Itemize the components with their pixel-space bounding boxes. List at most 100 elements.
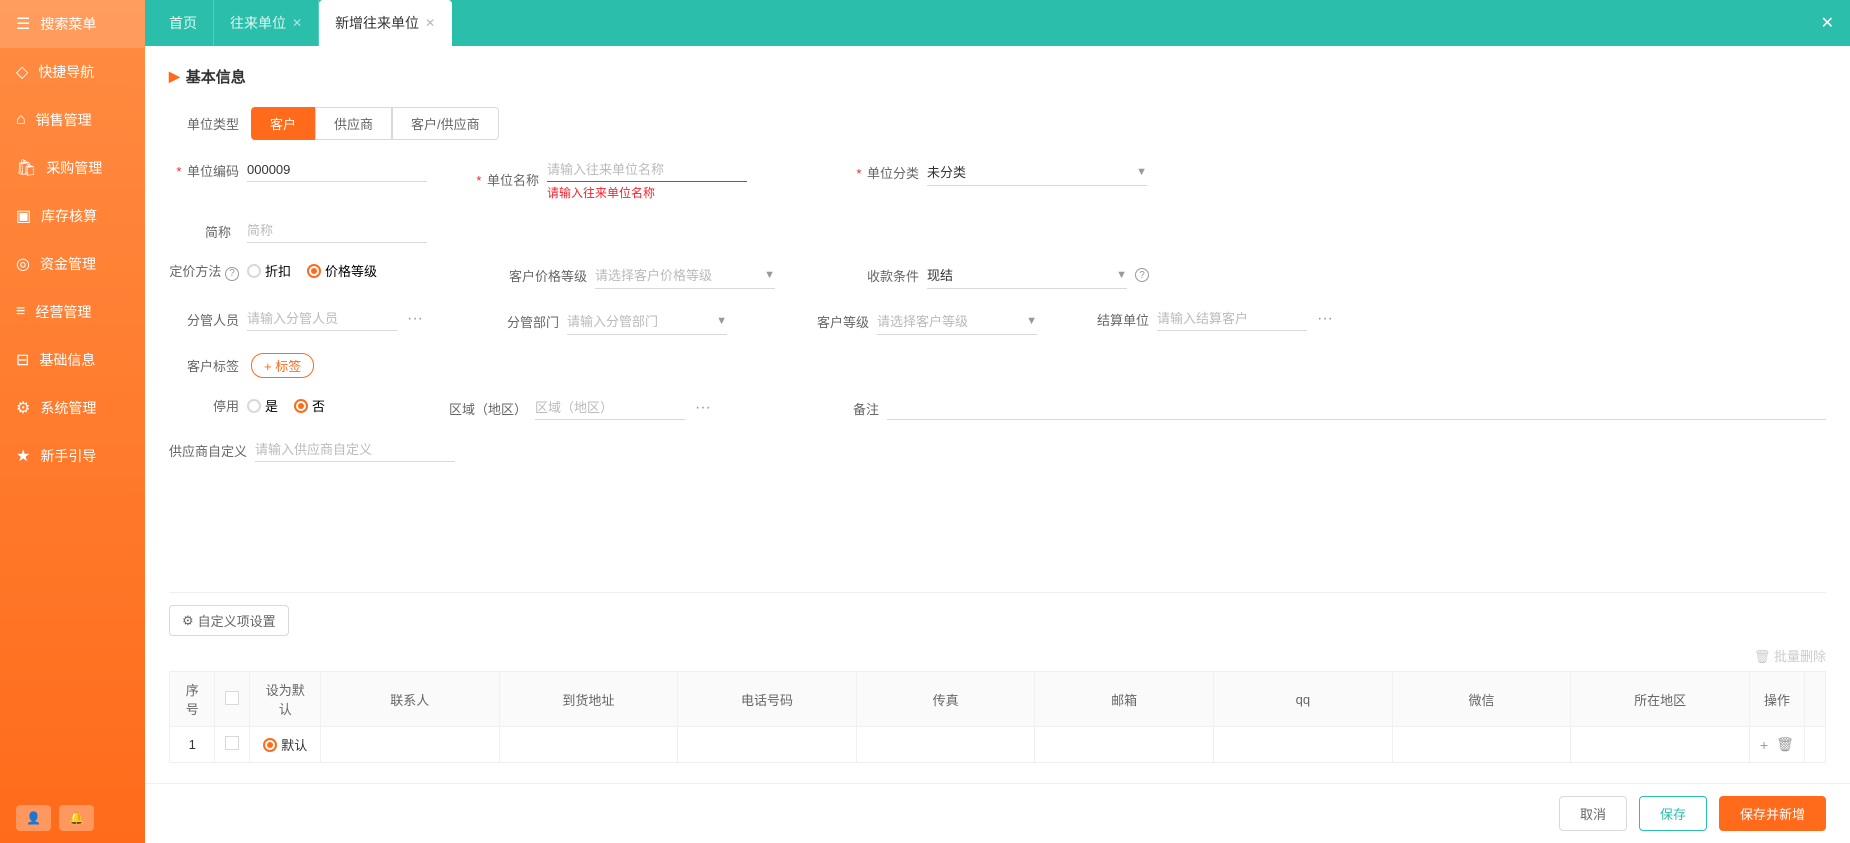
- tab-home[interactable]: 首页: [153, 0, 214, 46]
- region-row-input[interactable]: [1581, 737, 1739, 752]
- region-label: 区域（地区）: [449, 399, 527, 418]
- cancel-button[interactable]: 取消: [1559, 796, 1627, 831]
- disable-no-radio: [294, 399, 308, 413]
- sidebar-item-guide[interactable]: ★ 新手引导: [0, 432, 145, 480]
- payment-terms-value: 现结: [927, 265, 953, 284]
- row-qq[interactable]: [1213, 727, 1392, 763]
- notification-button[interactable]: 🔔: [59, 805, 94, 831]
- payment-terms-select[interactable]: 现结 ▼: [927, 261, 1127, 289]
- contact-input[interactable]: [331, 737, 489, 752]
- row-checkbox: [215, 727, 250, 763]
- add-tag-button[interactable]: + 标签: [251, 353, 314, 378]
- manager-field: 分管人员 ···: [169, 307, 469, 331]
- unit-name-label: * 单位名称: [469, 170, 539, 189]
- close-all-icon[interactable]: ✕: [1813, 9, 1842, 37]
- col-contact: 联系人: [321, 672, 500, 727]
- sidebar-item-inventory[interactable]: ▣ 库存核算: [0, 192, 145, 240]
- col-wechat: 微信: [1392, 672, 1571, 727]
- unit-code-input[interactable]: [247, 158, 427, 182]
- fax-input[interactable]: [867, 737, 1025, 752]
- row-email[interactable]: [1035, 727, 1214, 763]
- sidebar-item-finance[interactable]: ◎ 资金管理: [0, 240, 145, 288]
- sidebar-item-system[interactable]: ⚙ 系统管理: [0, 384, 145, 432]
- default-radio[interactable]: [263, 738, 277, 752]
- add-row-button[interactable]: +: [1760, 736, 1768, 753]
- save-button[interactable]: 保存: [1639, 796, 1707, 831]
- department-select[interactable]: 请输入分管部门 ▼: [567, 307, 727, 335]
- region-input[interactable]: [535, 396, 685, 420]
- batch-delete-label[interactable]: 批量删除: [1774, 649, 1826, 664]
- sidebar-item-sales[interactable]: ⌂ 销售管理: [0, 96, 145, 144]
- customer-price-level-select[interactable]: 请选择客户价格等级 ▼: [595, 261, 775, 289]
- row-operations: + 🗑: [1749, 727, 1804, 763]
- address-input[interactable]: [510, 737, 668, 752]
- settlement-dots[interactable]: ···: [1315, 310, 1335, 328]
- row-wechat[interactable]: [1392, 727, 1571, 763]
- unit-type-customer-btn[interactable]: 客户: [251, 107, 315, 140]
- customer-price-level-placeholder: 请选择客户价格等级: [595, 265, 712, 284]
- phone-input[interactable]: [688, 737, 846, 752]
- pricing-help-icon[interactable]: ?: [225, 267, 239, 281]
- disable-yes[interactable]: 是: [247, 396, 278, 415]
- price-level-radio: [307, 264, 321, 278]
- system-icon: ⚙: [16, 398, 30, 418]
- qq-input[interactable]: [1224, 737, 1382, 752]
- sidebar-item-purchase[interactable]: 🛍 采购管理: [0, 144, 145, 192]
- gear-icon: ⚙: [182, 613, 194, 629]
- pricing-label: 定价方法 ?: [169, 261, 239, 281]
- row-fax[interactable]: [856, 727, 1035, 763]
- pricing-radio-discount[interactable]: 折扣: [247, 261, 291, 280]
- delete-row-button[interactable]: 🗑: [1776, 736, 1794, 753]
- tab-new-contact-close[interactable]: ✕: [425, 16, 435, 30]
- col-email: 邮箱: [1035, 672, 1214, 727]
- settlement-input[interactable]: [1157, 307, 1307, 331]
- notes-input[interactable]: [887, 396, 1826, 420]
- custom-settings-button[interactable]: ⚙ 自定义项设置: [169, 605, 289, 636]
- short-name-input[interactable]: [247, 219, 427, 243]
- supplier-custom-input[interactable]: [255, 438, 455, 462]
- tab-contacts[interactable]: 往来单位 ✕: [214, 0, 319, 46]
- sidebar-item-label: 快捷导航: [38, 62, 94, 82]
- email-input[interactable]: [1045, 737, 1203, 752]
- row-region[interactable]: [1571, 727, 1750, 763]
- sidebar-item-basic-info[interactable]: ⊟ 基础信息: [0, 336, 145, 384]
- disable-no[interactable]: 否: [294, 396, 325, 415]
- unit-type-both-btn[interactable]: 客户/供应商: [392, 107, 499, 140]
- table-section: ⚙ 自定义项设置 🗑 批量删除 序号 设为默认 联系人 到货地址 电话号码 传真: [169, 592, 1826, 763]
- region-dots[interactable]: ···: [693, 399, 713, 417]
- row-checkbox-input[interactable]: [225, 736, 239, 750]
- form-footer: 取消 保存 保存并新增: [145, 783, 1850, 843]
- discount-radio: [247, 264, 261, 278]
- unit-type-supplier-btn[interactable]: 供应商: [315, 107, 392, 140]
- row-phone[interactable]: [678, 727, 857, 763]
- tab-contacts-close[interactable]: ✕: [292, 16, 302, 30]
- manager-input[interactable]: [247, 307, 397, 331]
- payment-terms-label: 收款条件: [849, 266, 919, 285]
- pricing-radio-level[interactable]: 价格等级: [307, 261, 377, 280]
- tab-new-contact[interactable]: 新增往来单位 ✕: [319, 0, 452, 46]
- supplier-custom-row: 供应商自定义: [169, 438, 1826, 462]
- select-all-checkbox[interactable]: [225, 691, 239, 705]
- sidebar-item-quick-nav[interactable]: ◇ 快捷导航: [0, 48, 145, 96]
- contacts-table: 序号 设为默认 联系人 到货地址 电话号码 传真 邮箱 qq 微信 所在地区 操…: [169, 671, 1826, 763]
- short-name-row: 简称: [169, 219, 1826, 243]
- sidebar-item-label: 系统管理: [40, 398, 96, 418]
- manager-dots[interactable]: ···: [405, 310, 425, 328]
- row-contact[interactable]: [321, 727, 500, 763]
- unit-name-input[interactable]: [547, 158, 747, 182]
- section-basic-info: ▶ 基本信息: [169, 66, 1826, 87]
- price-level-label: 价格等级: [325, 261, 377, 280]
- user-button[interactable]: 👤: [16, 805, 51, 831]
- row-address[interactable]: [499, 727, 678, 763]
- unit-category-select[interactable]: 未分类 ▼: [927, 158, 1147, 186]
- row-default: 默认: [250, 727, 321, 763]
- sidebar-item-search[interactable]: ☰ 搜索菜单: [0, 0, 145, 48]
- sidebar-item-operations[interactable]: ≡ 经营管理: [0, 288, 145, 336]
- supplier-custom-label: 供应商自定义: [169, 441, 247, 460]
- save-and-new-button[interactable]: 保存并新增: [1719, 796, 1826, 831]
- sidebar-item-label: 采购管理: [46, 158, 102, 178]
- wechat-input[interactable]: [1403, 737, 1561, 752]
- payment-help-icon[interactable]: ?: [1135, 268, 1149, 282]
- section-icon: ▶: [169, 68, 180, 85]
- customer-level-select[interactable]: 请选择客户等级 ▼: [877, 307, 1037, 335]
